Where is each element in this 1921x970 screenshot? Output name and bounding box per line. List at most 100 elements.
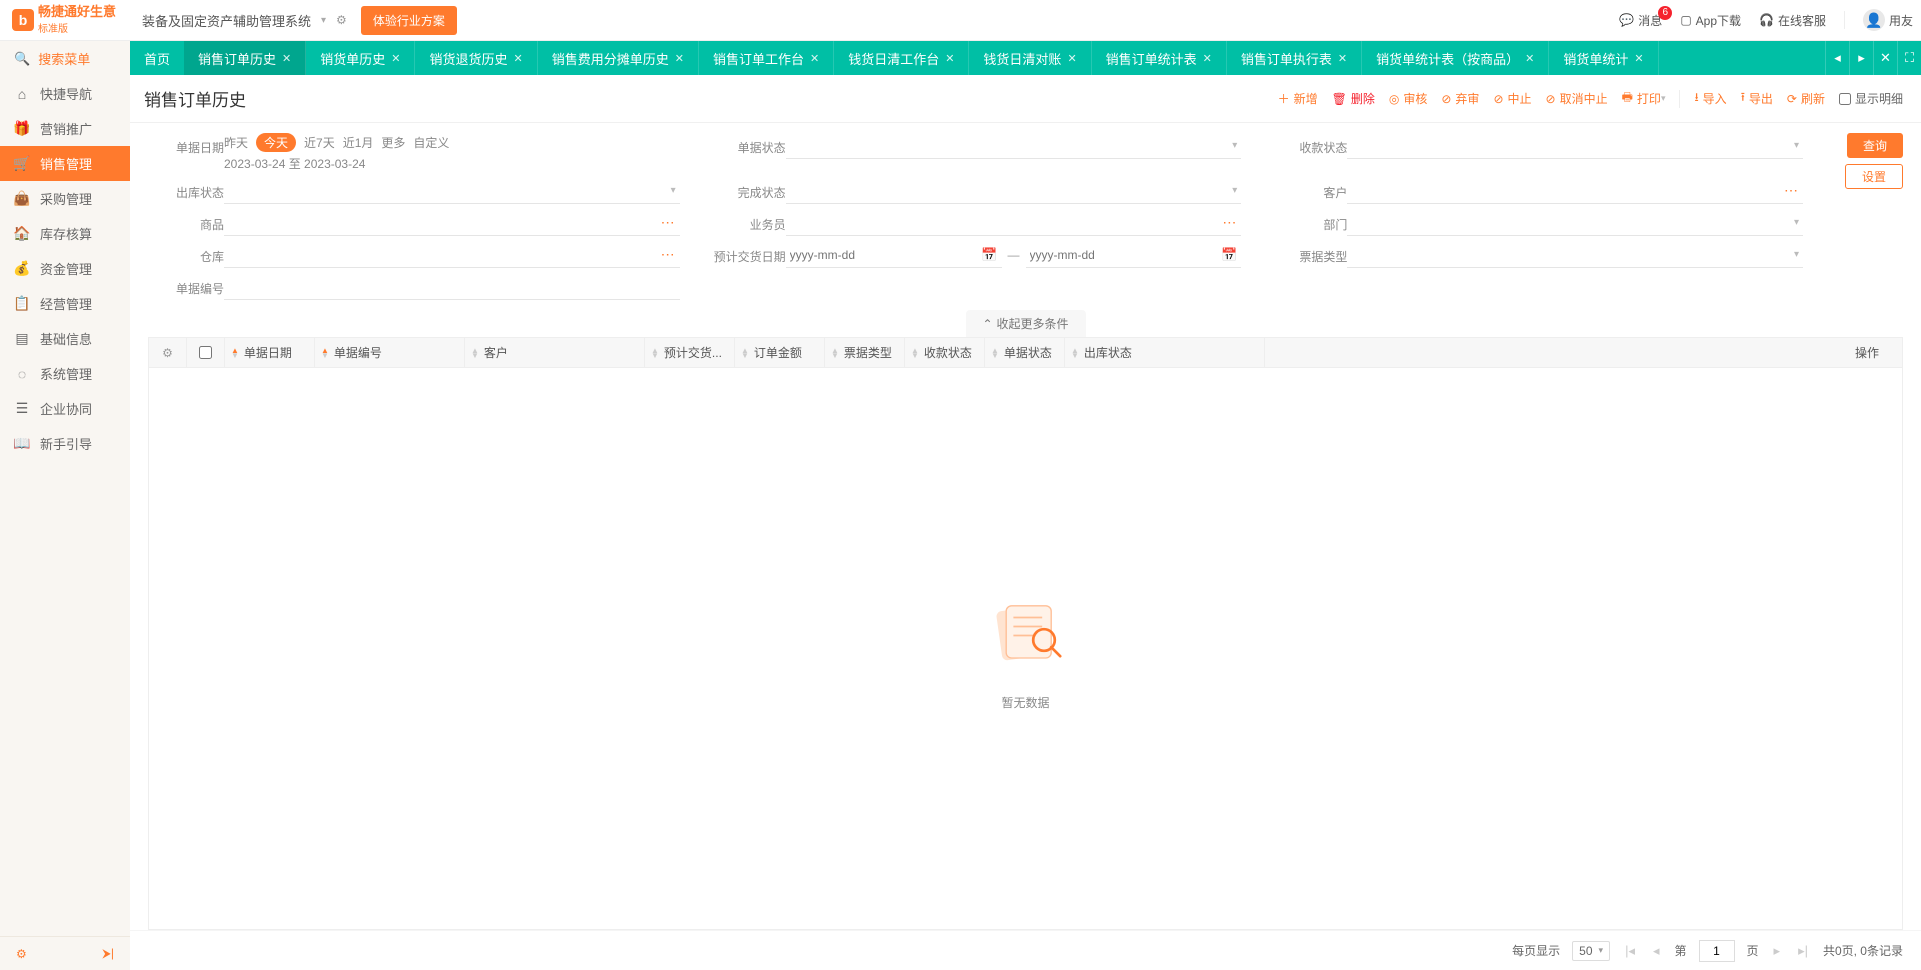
system-selector[interactable]: 装备及固定资产辅助管理系统 ▾ [142, 11, 336, 30]
doc-status-select[interactable]: ▾ [786, 133, 1242, 159]
date-chip[interactable]: 近7天 [304, 134, 335, 151]
sidebar-item[interactable]: 📋经营管理 [0, 286, 130, 321]
product-picker[interactable]: ⋯ [224, 210, 680, 236]
date-chip[interactable]: 近1月 [343, 134, 374, 151]
table-settings-icon[interactable]: ⚙ [149, 338, 187, 367]
gear-icon[interactable]: ⚙ [336, 13, 347, 27]
audit-button[interactable]: ◎审核 [1389, 90, 1428, 107]
tabs-fullscreen[interactable]: ⛶ [1897, 41, 1921, 75]
tab[interactable]: 销货单统计✕ [1549, 41, 1658, 75]
import-button[interactable]: ⭳导入 [1694, 88, 1726, 109]
table-column-header[interactable]: ▲▼客户 [465, 338, 645, 367]
close-icon[interactable]: ✕ [1203, 52, 1212, 65]
date-chip[interactable]: 自定义 [413, 134, 449, 151]
tab[interactable]: 销货单统计表（按商品）✕ [1362, 41, 1549, 75]
close-icon[interactable]: ✕ [675, 52, 684, 65]
tabs-close-all[interactable]: ✕ [1873, 41, 1897, 75]
sidebar-item[interactable]: 👜采购管理 [0, 181, 130, 216]
tab[interactable]: 销货退货历史✕ [415, 41, 537, 75]
tab[interactable]: 钱货日清工作台✕ [834, 41, 969, 75]
sidebar-item[interactable]: 🛒销售管理 [0, 146, 130, 181]
sort-icon: ▲▼ [991, 348, 999, 358]
per-page-select[interactable]: 50 ▾ [1572, 941, 1610, 961]
sidebar-item[interactable]: 💰资金管理 [0, 251, 130, 286]
page-prev-button[interactable]: ◂ [1650, 943, 1663, 959]
close-icon[interactable]: ✕ [514, 52, 523, 65]
close-icon[interactable]: ✕ [810, 52, 819, 65]
salesman-picker[interactable]: ⋯ [786, 210, 1242, 236]
tab[interactable]: 销售订单统计表✕ [1092, 41, 1227, 75]
invoice-type-select[interactable]: ▾ [1347, 242, 1803, 268]
sidebar-item[interactable]: ▤基础信息 [0, 321, 130, 356]
new-button[interactable]: ＋新增 [1278, 90, 1318, 107]
tab[interactable]: 销售订单工作台✕ [699, 41, 834, 75]
table-column-header[interactable]: ▲▼单据编号 [315, 338, 465, 367]
close-icon[interactable]: ✕ [1067, 52, 1076, 65]
table-column-header[interactable]: ▲▼订单金额 [735, 338, 825, 367]
stop-button[interactable]: ⊘中止 [1493, 90, 1531, 107]
gear-icon[interactable]: ⚙ [16, 947, 27, 961]
messages-link[interactable]: 💬 消息 6 [1619, 12, 1662, 29]
tabs-scroll-left[interactable]: ◂ [1825, 41, 1849, 75]
warehouse-picker[interactable]: ⋯ [224, 242, 680, 268]
table-column-header[interactable]: ▲▼单据日期 [225, 338, 315, 367]
search-menu[interactable]: 🔍 搜索菜单 [0, 41, 130, 76]
app-download-link[interactable]: ▢ App下载 [1680, 12, 1741, 29]
page-last-button[interactable]: ▸| [1795, 943, 1811, 959]
chevron-down-icon: ▾ [671, 185, 676, 196]
finish-status-select[interactable]: ▾ [786, 178, 1242, 204]
doc-no-input[interactable] [224, 274, 680, 300]
dept-select[interactable]: ▾ [1347, 210, 1803, 236]
table-column-header[interactable]: ▲▼预计交货... [645, 338, 735, 367]
close-icon[interactable]: ✕ [1634, 52, 1643, 65]
close-icon[interactable]: ✕ [282, 52, 291, 65]
sidebar-item[interactable]: 🏠库存核算 [0, 216, 130, 251]
cancel-stop-button[interactable]: ⊘取消中止 [1546, 90, 1608, 107]
date-chip[interactable]: 今天 [256, 133, 296, 152]
tabs-scroll-right[interactable]: ▸ [1849, 41, 1873, 75]
close-icon[interactable]: ✕ [1338, 52, 1347, 65]
close-icon[interactable]: ✕ [1525, 52, 1534, 65]
tab[interactable]: 销货单历史✕ [306, 41, 415, 75]
sidebar-item[interactable]: ☰企业协同 [0, 391, 130, 426]
table-column-header[interactable]: ▲▼单据状态 [985, 338, 1065, 367]
collapse-filters-button[interactable]: ⌃ 收起更多条件 [966, 310, 1086, 337]
sidebar-item[interactable]: 📖新手引导 [0, 426, 130, 461]
settings-button[interactable]: 设置 [1845, 164, 1903, 189]
table-column-header[interactable]: ▲▼收款状态 [905, 338, 985, 367]
table-column-header[interactable]: ▲▼出库状态 [1065, 338, 1265, 367]
table-column-header[interactable]: ▲▼票据类型 [825, 338, 905, 367]
collapse-sidebar-icon[interactable]: ⮞| [102, 946, 114, 961]
page-first-button[interactable]: |◂ [1622, 943, 1638, 959]
query-button[interactable]: 查询 [1847, 133, 1903, 158]
expect-date-to[interactable]: 📅 [1026, 242, 1242, 268]
close-icon[interactable]: ✕ [391, 52, 400, 65]
tab[interactable]: 钱货日清对账✕ [969, 41, 1091, 75]
user-menu[interactable]: 👤 用友 [1863, 9, 1913, 31]
tab[interactable]: 销售费用分摊单历史✕ [538, 41, 699, 75]
date-chip[interactable]: 昨天 [224, 134, 248, 151]
customer-picker[interactable]: ⋯ [1347, 178, 1803, 204]
page-next-button[interactable]: ▸ [1771, 943, 1784, 959]
out-status-select[interactable]: ▾ [224, 178, 680, 204]
tab[interactable]: 销售订单执行表✕ [1227, 41, 1362, 75]
print-button[interactable]: 🖶打印 ▾ [1622, 88, 1666, 109]
page-number-input[interactable] [1699, 940, 1735, 962]
show-detail-checkbox[interactable]: 显示明细 [1839, 90, 1903, 107]
abandon-button[interactable]: ⊘弃审 [1441, 90, 1479, 107]
tab[interactable]: 首页 [130, 41, 184, 75]
sidebar-item[interactable]: 🎁营销推广 [0, 111, 130, 146]
delete-button[interactable]: 🗑删除 [1332, 90, 1375, 107]
refresh-button[interactable]: ⟳刷新 [1787, 90, 1825, 107]
sidebar-item[interactable]: ◌系统管理 [0, 356, 130, 391]
date-chip[interactable]: 更多 [381, 134, 405, 151]
sidebar-item[interactable]: ⌂快捷导航 [0, 76, 130, 111]
close-icon[interactable]: ✕ [945, 52, 954, 65]
select-all-checkbox[interactable] [187, 338, 225, 367]
tab[interactable]: 销售订单历史✕ [184, 41, 306, 75]
expect-date-from[interactable]: 📅 [786, 242, 1002, 268]
receipt-status-select[interactable]: ▾ [1347, 133, 1803, 159]
online-service-link[interactable]: 🎧 在线客服 [1759, 12, 1826, 29]
export-button[interactable]: ⭱导出 [1741, 88, 1773, 109]
experience-button[interactable]: 体验行业方案 [361, 6, 457, 35]
